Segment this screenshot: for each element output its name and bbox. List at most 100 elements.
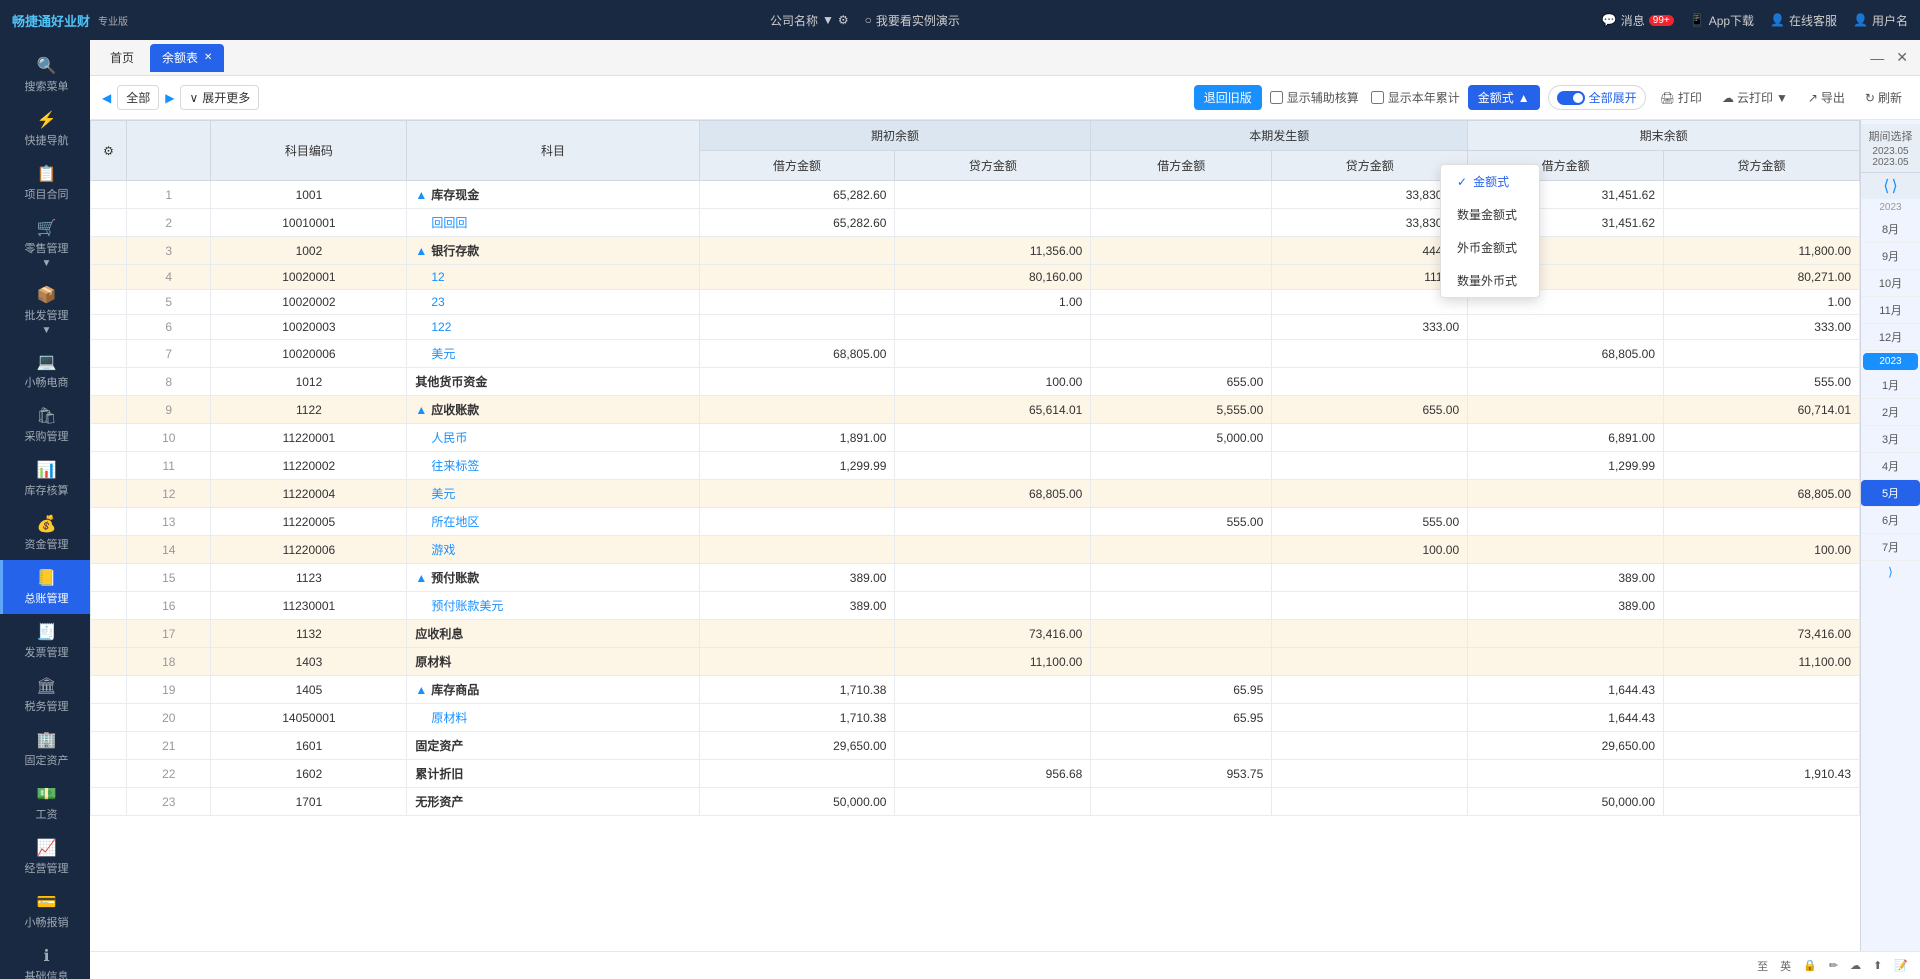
dropdown-item-qty-amount[interactable]: 数量金额式 <box>1441 198 1539 231</box>
back-btn[interactable]: 退回旧版 <box>1194 85 1262 110</box>
account-name-link[interactable]: 12 <box>431 270 444 284</box>
status-edit-btn[interactable]: ✏ <box>1829 959 1838 972</box>
sidebar-item-contract[interactable]: 📋 项目合同 <box>0 156 90 210</box>
expand-up-icon[interactable]: ⟨ <box>1883 176 1889 196</box>
status-cloud-btn[interactable]: ☁ <box>1850 959 1861 972</box>
tab-close-btn[interactable]: ✕ <box>1892 47 1912 68</box>
expand-down-icon[interactable]: ⟩ <box>1892 176 1898 196</box>
account-name-link[interactable]: 人民币 <box>431 431 467 445</box>
table-row[interactable]: 13 11220005 所在地区 555.00 555.00 <box>91 508 1860 536</box>
month-11[interactable]: 11月 <box>1861 297 1920 324</box>
status-btn-1[interactable]: 至 <box>1757 958 1768 974</box>
table-row[interactable]: 21 1601 固定资产 29,650.00 29,650.00 <box>91 732 1860 760</box>
account-name-link[interactable]: 往来标签 <box>431 459 479 473</box>
table-row[interactable]: 23 1701 无形资产 50,000.00 50,000.00 <box>91 788 1860 816</box>
status-btn-2[interactable]: 英 <box>1780 958 1791 974</box>
demo-link[interactable]: ○ 我要看实例演示 <box>865 12 960 29</box>
dropdown-item-qty-foreign[interactable]: 数量外币式 <box>1441 264 1539 297</box>
sidebar-item-wholesale[interactable]: 📦 批发管理 ▼ <box>0 277 90 344</box>
month-9[interactable]: 9月 <box>1861 243 1920 270</box>
month-4[interactable]: 4月 <box>1861 453 1920 480</box>
tab-balance[interactable]: 余额表 ✕ <box>150 44 224 72</box>
export-btn[interactable]: ↗ 导出 <box>1802 86 1851 109</box>
account-name-link[interactable]: 美元 <box>431 487 455 501</box>
month-12[interactable]: 12月 <box>1861 324 1920 351</box>
print-btn[interactable]: 🖨 打印 <box>1654 86 1708 109</box>
table-row[interactable]: 1 1001 ▲库存现金 65,282.60 33,830.98 31,451.… <box>91 181 1860 209</box>
sidebar-item-retail[interactable]: 🛒 零售管理 ▼ <box>0 210 90 277</box>
dropdown-item-foreign[interactable]: 外币金额式 <box>1441 231 1539 264</box>
dropdown-item-amount[interactable]: ✓ 金额式 <box>1441 165 1539 198</box>
account-name-link[interactable]: 所在地区 <box>431 515 479 529</box>
sidebar-item-operations[interactable]: 📈 经营管理 <box>0 830 90 884</box>
table-row[interactable]: 19 1405 ▲库存商品 1,710.38 65.95 1,644.43 <box>91 676 1860 704</box>
table-row[interactable]: 5 10020002 23 1.00 1.00 <box>91 290 1860 315</box>
tab-close-icon[interactable]: ✕ <box>204 52 212 63</box>
status-upload-btn[interactable]: ⬆ <box>1873 959 1882 972</box>
mode-btn[interactable]: 金额式 ▲ <box>1468 85 1540 110</box>
tab-minimize-btn[interactable]: — <box>1866 47 1888 68</box>
table-row[interactable]: 11 11220002 往来标签 1,299.99 1,299.99 <box>91 452 1860 480</box>
left-arrow-icon[interactable]: ◀ <box>102 91 111 105</box>
user-menu[interactable]: 👤 用户名 <box>1853 12 1908 29</box>
table-row[interactable]: 18 1403 原材料 11,100.00 11,100.00 <box>91 648 1860 676</box>
account-name-link[interactable]: 预付账款美元 <box>431 599 503 613</box>
month-8[interactable]: 8月 <box>1861 216 1920 243</box>
month-2[interactable]: 2月 <box>1861 399 1920 426</box>
account-name-link[interactable]: 回回回 <box>431 216 467 230</box>
message-btn[interactable]: 💬 消息 99+ <box>1602 12 1674 29</box>
table-row[interactable]: 3 1002 ▲银行存款 11,356.00 444.00 11,800.00 <box>91 237 1860 265</box>
account-name-link[interactable]: 游戏 <box>431 543 455 557</box>
sidebar-item-invoice[interactable]: 🧾 发票管理 <box>0 614 90 668</box>
expand-icon[interactable]: ▲ <box>415 403 427 417</box>
month-7[interactable]: 7月 <box>1861 534 1920 561</box>
expand-icon[interactable]: ▲ <box>415 244 427 258</box>
sidebar-item-tax[interactable]: 🏛 税务管理 <box>0 668 90 722</box>
check-auxiliary-input[interactable] <box>1270 91 1283 104</box>
table-row[interactable]: 10 11220001 人民币 1,891.00 5,000.00 6,891.… <box>91 424 1860 452</box>
filter-all-btn[interactable]: 全部 <box>117 85 159 110</box>
sidebar-item-inventory[interactable]: 📊 库存核算 <box>0 452 90 506</box>
table-row[interactable]: 9 1122 ▲应收账款 65,614.01 5,555.00 655.00 6… <box>91 396 1860 424</box>
table-row[interactable]: 14 11220006 游戏 100.00 100.00 <box>91 536 1860 564</box>
month-1[interactable]: 1月 <box>1861 372 1920 399</box>
sidebar-item-nav[interactable]: ⚡ 快捷导航 <box>0 102 90 156</box>
table-row[interactable]: 6 10020003 122 333.00 333.00 <box>91 315 1860 340</box>
sidebar-item-expense[interactable]: 💳 小畅报销 <box>0 884 90 938</box>
sidebar-item-ecommerce[interactable]: 💻 小畅电商 <box>0 344 90 398</box>
account-name-link[interactable]: 23 <box>431 295 444 309</box>
online-service-btn[interactable]: 👤 在线客服 <box>1770 12 1837 29</box>
table-row[interactable]: 16 11230001 预付账款美元 389.00 389.00 <box>91 592 1860 620</box>
sidebar-item-finance[interactable]: 💰 资金管理 <box>0 506 90 560</box>
sidebar-item-search[interactable]: 🔍 搜索菜单 <box>0 48 90 102</box>
table-row[interactable]: 4 10020001 12 80,160.00 111.00 80,271.00 <box>91 265 1860 290</box>
month-10[interactable]: 10月 <box>1861 270 1920 297</box>
status-note-btn[interactable]: 📝 <box>1894 959 1908 972</box>
table-row[interactable]: 8 1012 其他货币资金 100.00 655.00 555.00 <box>91 368 1860 396</box>
check-yearly-label[interactable]: 显示本年累计 <box>1371 89 1460 106</box>
sidebar-item-ledger[interactable]: 📒 总账管理 <box>0 560 90 614</box>
cloud-print-btn[interactable]: ☁ 云打印 ▼ <box>1716 86 1794 109</box>
collapse-btn[interactable]: ⟩ <box>1861 561 1920 583</box>
company-dropdown[interactable]: 公司名称 ▼ ⚙ <box>770 12 849 29</box>
table-row[interactable]: 7 10020006 美元 68,805.00 68,805.00 <box>91 340 1860 368</box>
tab-home[interactable]: 首页 <box>98 44 146 72</box>
sidebar-item-purchase[interactable]: 🛍 采购管理 <box>0 398 90 452</box>
status-lock-btn[interactable]: 🔒 <box>1803 959 1817 972</box>
year-2023-badge[interactable]: 2023 <box>1863 353 1918 370</box>
table-row[interactable]: 22 1602 累计折旧 956.68 953.75 1,910.43 <box>91 760 1860 788</box>
sidebar-item-assets[interactable]: 🏢 固定资产 <box>0 722 90 776</box>
month-6[interactable]: 6月 <box>1861 507 1920 534</box>
table-row[interactable]: 2 10010001 回回回 65,282.60 33,830.98 31,45… <box>91 209 1860 237</box>
app-download-btn[interactable]: 📱 App下载 <box>1690 12 1754 29</box>
table-row[interactable]: 15 1123 ▲预付账款 389.00 389.00 <box>91 564 1860 592</box>
expand-all-toggle[interactable]: 全部展开 <box>1548 85 1646 110</box>
account-name-link[interactable]: 美元 <box>431 347 455 361</box>
month-3[interactable]: 3月 <box>1861 426 1920 453</box>
table-row[interactable]: 12 11220004 美元 68,805.00 68,805.00 <box>91 480 1860 508</box>
table-row[interactable]: 17 1132 应收利息 73,416.00 73,416.00 <box>91 620 1860 648</box>
refresh-btn[interactable]: ↻ 刷新 <box>1859 86 1908 109</box>
expand-icon[interactable]: ▲ <box>415 571 427 585</box>
check-auxiliary-label[interactable]: 显示辅助核算 <box>1270 89 1359 106</box>
check-yearly-input[interactable] <box>1371 91 1384 104</box>
